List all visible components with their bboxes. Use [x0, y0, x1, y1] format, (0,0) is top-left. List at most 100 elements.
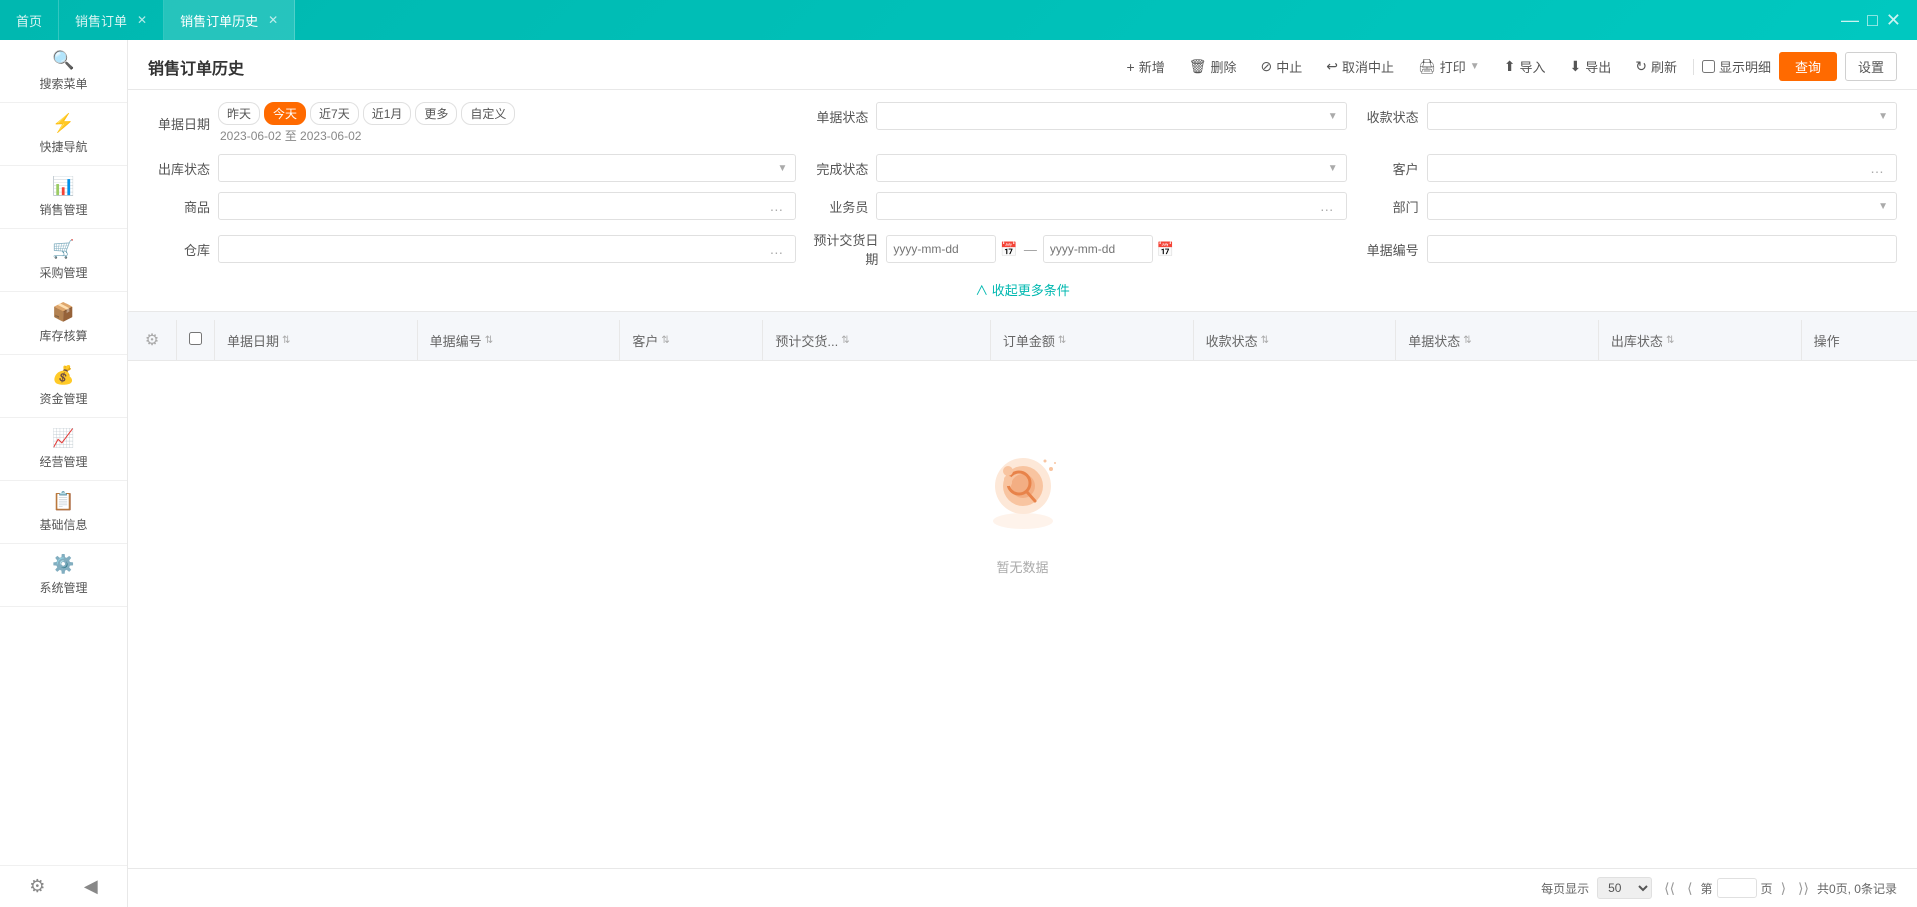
maximize-button[interactable]: □	[1867, 10, 1878, 31]
show-detail-checkbox-label[interactable]: 显示明细	[1702, 57, 1771, 76]
payment-status-select[interactable]: ▼	[1427, 102, 1897, 130]
delivery-date-end[interactable]	[1043, 235, 1153, 263]
sidebar-item-inventory[interactable]: 📦 库存核算	[0, 292, 127, 355]
delivery-date-end-calendar-icon[interactable]: 📅	[1157, 241, 1174, 258]
delete-button[interactable]: 🗑 删除	[1181, 53, 1245, 80]
salesperson-input[interactable]: …	[876, 192, 1346, 220]
total-info: 共0页, 0条记录	[1817, 880, 1897, 897]
toolbar: + 新增 🗑 删除 ⊘ 中止 ↩ 取消中止 🖨 打印	[1119, 52, 1898, 81]
th-order-amount-label: 订单金额	[1003, 331, 1055, 350]
date-range-text: 2023-06-02 至 2023-06-02	[218, 127, 796, 144]
th-payment-status[interactable]: 收款状态 ⇅	[1193, 320, 1396, 361]
delivery-date-start[interactable]	[886, 235, 996, 263]
refresh-button[interactable]: ↻ 刷新	[1627, 53, 1685, 80]
date-btn-yesterday[interactable]: 昨天	[218, 102, 260, 125]
prev-page-button[interactable]: ⟨	[1683, 878, 1696, 899]
settings-button[interactable]: 设置	[1845, 52, 1897, 81]
product-input[interactable]: …	[218, 192, 796, 220]
sort-customer-icon: ⇅	[661, 335, 669, 346]
cancel-stop-label: 取消中止	[1342, 57, 1394, 76]
cancel-stop-button[interactable]: ↩ 取消中止	[1318, 53, 1402, 80]
sidebar-collapse-icon[interactable]: ◀	[84, 876, 98, 897]
show-detail-label: 显示明细	[1719, 57, 1771, 76]
import-button[interactable]: ⬆ 导入	[1496, 53, 1554, 80]
date-btn-today[interactable]: 今天	[264, 102, 306, 125]
payment-status-label: 收款状态	[1357, 107, 1427, 126]
data-table: ⚙ 单据日期 ⇅ 单据编号	[128, 320, 1917, 361]
page-input[interactable]: 1	[1717, 878, 1757, 898]
refresh-icon: ↻	[1635, 58, 1647, 75]
customer-ellipsis-icon: …	[1866, 160, 1888, 176]
tab-sales-order[interactable]: 销售订单 ✕	[59, 0, 164, 40]
sidebar: 🔍 搜索菜单 ⚡ 快捷导航 📊 销售管理 🛒 采购管理 📦 库存核算 💰 资金管…	[0, 40, 128, 907]
first-page-button[interactable]: ⟨⟨	[1660, 878, 1679, 899]
th-doc-date[interactable]: 单据日期 ⇅	[215, 320, 418, 361]
th-doc-number[interactable]: 单据编号 ⇅	[417, 320, 620, 361]
finance-icon: 💰	[52, 365, 74, 386]
sidebar-search-menu-label: 搜索菜单	[39, 75, 87, 92]
table-settings-icon[interactable]: ⚙	[140, 328, 164, 352]
sidebar-operations-label: 经营管理	[39, 453, 87, 470]
delivery-date-start-calendar-icon[interactable]: 📅	[1000, 241, 1017, 258]
table-footer: 每页显示 20 50 100 ⟨⟨ ⟨ 第 1 页 ⟩ ⟩⟩ 共0页, 0条记录	[128, 868, 1917, 907]
collapse-label: ∧ 收起更多条件	[975, 283, 1070, 298]
out-status-select[interactable]: ▼	[218, 154, 796, 182]
sidebar-item-system-mgmt[interactable]: ⚙️ 系统管理	[0, 544, 127, 607]
minimize-button[interactable]: —	[1841, 10, 1859, 31]
th-out-status[interactable]: 出库状态 ⇅	[1598, 320, 1801, 361]
tab-sales-order-close[interactable]: ✕	[137, 13, 147, 27]
customer-label: 客户	[1357, 159, 1427, 178]
customer-input[interactable]: …	[1427, 154, 1897, 182]
per-page-label: 每页显示	[1541, 880, 1589, 897]
sidebar-item-sales-mgmt[interactable]: 📊 销售管理	[0, 166, 127, 229]
complete-status-select[interactable]: ▼	[876, 154, 1346, 182]
tab-sales-order-history-close[interactable]: ✕	[268, 13, 278, 27]
th-customer[interactable]: 客户 ⇅	[620, 320, 763, 361]
th-payment-status-label: 收款状态	[1206, 331, 1258, 350]
th-order-amount[interactable]: 订单金额 ⇅	[990, 320, 1193, 361]
show-detail-checkbox[interactable]	[1702, 60, 1715, 73]
th-delivery-date-label: 预计交货...	[775, 331, 838, 350]
print-button[interactable]: 🖨 打印 ▼	[1410, 53, 1488, 80]
sidebar-item-quick-nav[interactable]: ⚡ 快捷导航	[0, 103, 127, 166]
sidebar-item-purchase-mgmt[interactable]: 🛒 采购管理	[0, 229, 127, 292]
doc-status-select[interactable]: ▼	[876, 102, 1346, 130]
stop-button[interactable]: ⊘ 中止	[1253, 53, 1311, 80]
sidebar-item-search-menu[interactable]: 🔍 搜索菜单	[0, 40, 127, 103]
next-page-button[interactable]: ⟩	[1777, 878, 1790, 899]
query-button[interactable]: 查询	[1779, 52, 1837, 81]
tab-home[interactable]: 首页	[0, 0, 59, 40]
page-of-label: 第	[1701, 880, 1713, 897]
department-select[interactable]: ▼	[1427, 192, 1897, 220]
complete-status-label: 完成状态	[806, 159, 876, 178]
date-btn-7day[interactable]: 近7天	[310, 102, 359, 125]
date-btn-custom[interactable]: 自定义	[461, 102, 515, 125]
export-button[interactable]: ⬇ 导出	[1561, 53, 1619, 80]
table-area: ⚙ 单据日期 ⇅ 单据编号	[128, 320, 1917, 868]
last-page-button[interactable]: ⟩⟩	[1794, 878, 1813, 899]
new-button[interactable]: + 新增	[1119, 53, 1173, 80]
th-delivery-date[interactable]: 预计交货... ⇅	[763, 320, 991, 361]
sidebar-item-finance[interactable]: 💰 资金管理	[0, 355, 127, 418]
collapse-bar[interactable]: ∧ 收起更多条件	[148, 274, 1897, 299]
sidebar-item-basic-info[interactable]: 📋 基础信息	[0, 481, 127, 544]
close-button[interactable]: ✕	[1886, 10, 1901, 31]
sidebar-settings-icon[interactable]: ⚙	[29, 876, 45, 897]
sidebar-item-operations[interactable]: 📈 经营管理	[0, 418, 127, 481]
export-label: 导出	[1585, 57, 1611, 76]
select-all-checkbox[interactable]	[189, 332, 202, 345]
date-btn-1month[interactable]: 近1月	[363, 102, 412, 125]
th-settings: ⚙	[128, 320, 177, 361]
refresh-label: 刷新	[1651, 57, 1677, 76]
tab-list: 首页 销售订单 ✕ 销售订单历史 ✕	[0, 0, 295, 40]
out-status-label: 出库状态	[148, 159, 218, 178]
warehouse-input[interactable]: …	[218, 235, 796, 263]
sidebar-finance-label: 资金管理	[39, 390, 87, 407]
date-btn-more[interactable]: 更多	[415, 102, 457, 125]
th-action: 操作	[1801, 320, 1917, 361]
th-doc-status[interactable]: 单据状态 ⇅	[1396, 320, 1599, 361]
tab-sales-order-history[interactable]: 销售订单历史 ✕	[164, 0, 295, 40]
doc-number-input[interactable]	[1427, 235, 1897, 263]
page-navigation: ⟨⟨ ⟨ 第 1 页 ⟩ ⟩⟩ 共0页, 0条记录	[1660, 878, 1897, 899]
per-page-select[interactable]: 20 50 100	[1597, 877, 1652, 899]
